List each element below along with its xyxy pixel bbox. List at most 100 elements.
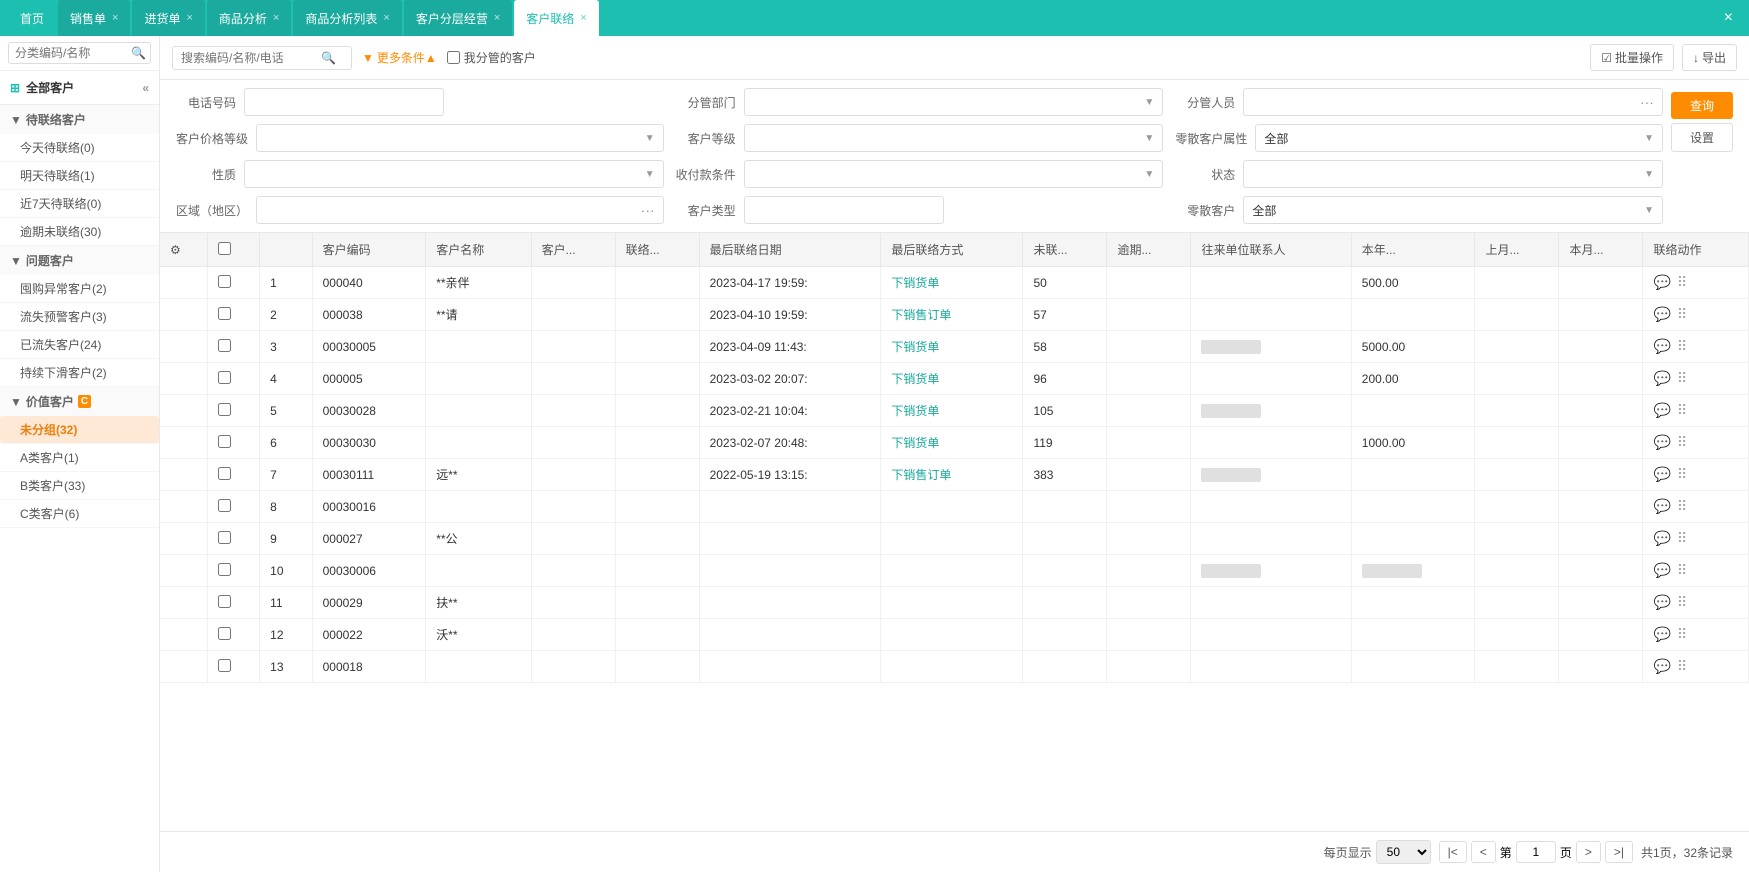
th-last-contact-way[interactable]: 最后联络方式: [881, 233, 1023, 267]
filter-customer-type-input[interactable]: [744, 196, 944, 224]
nav-tab-product-analysis-close[interactable]: ×: [273, 12, 279, 24]
row-checkbox[interactable]: [218, 659, 231, 672]
prev-page-button[interactable]: <: [1471, 841, 1496, 863]
contact-way-link[interactable]: 下销货单: [891, 404, 939, 418]
th-contact[interactable]: 联络...: [615, 233, 699, 267]
nav-tab-sales-close[interactable]: ×: [112, 12, 118, 24]
sidebar-item-ungrouped[interactable]: 未分组(32): [0, 416, 159, 444]
contact-way-link[interactable]: 下销售订单: [891, 308, 951, 322]
sidebar-item-week-pending[interactable]: 近7天待联络(0): [0, 190, 159, 218]
more-action-icon[interactable]: ⠿: [1677, 466, 1687, 483]
sidebar-item-overdue-pending[interactable]: 逾期未联络(30): [0, 218, 159, 246]
contact-action-icon[interactable]: 💬: [1653, 338, 1670, 355]
contact-action-icon[interactable]: 💬: [1653, 434, 1670, 451]
sidebar-item-declining[interactable]: 持续下滑客户(2): [0, 359, 159, 387]
row-checkbox[interactable]: [218, 403, 231, 416]
filter-payment-select[interactable]: ▼: [744, 160, 1164, 188]
more-action-icon[interactable]: ⠿: [1677, 274, 1687, 291]
filter-nature-select[interactable]: ▼: [244, 160, 664, 188]
nav-tab-customer-contact[interactable]: 客户联络 ×: [514, 0, 598, 36]
sidebar-section-problem[interactable]: ▼ 问题客户: [0, 246, 159, 275]
th-name[interactable]: 客户名称: [426, 233, 531, 267]
nav-tab-sales[interactable]: 销售单 ×: [58, 0, 130, 36]
more-action-icon[interactable]: ⠿: [1677, 402, 1687, 419]
nav-tab-customer-segment-close[interactable]: ×: [494, 12, 500, 24]
filter-phone-input[interactable]: [244, 88, 444, 116]
more-action-icon[interactable]: ⠿: [1677, 498, 1687, 515]
td-last-contact-way[interactable]: 下销售订单: [881, 459, 1023, 491]
td-checkbox[interactable]: [208, 363, 260, 395]
sidebar-section-value[interactable]: ▼ 价值客户 C: [0, 387, 159, 416]
page-size-select[interactable]: 50 100 200: [1376, 840, 1431, 864]
nav-tab-product-list[interactable]: 商品分析列表 ×: [293, 0, 401, 36]
td-checkbox[interactable]: [208, 523, 260, 555]
contact-action-icon[interactable]: 💬: [1653, 530, 1670, 547]
sidebar-item-class-a[interactable]: A类客户(1): [0, 444, 159, 472]
first-page-button[interactable]: |<: [1439, 841, 1467, 863]
td-last-contact-way[interactable]: [881, 523, 1023, 555]
th-this-month[interactable]: 本月...: [1559, 233, 1643, 267]
more-action-icon[interactable]: ⠿: [1677, 338, 1687, 355]
contact-action-icon[interactable]: 💬: [1653, 370, 1670, 387]
nav-tab-purchase-close[interactable]: ×: [186, 12, 192, 24]
contact-way-link[interactable]: 下销货单: [891, 276, 939, 290]
row-checkbox[interactable]: [218, 275, 231, 288]
td-checkbox[interactable]: [208, 651, 260, 683]
contact-way-link[interactable]: 下销货单: [891, 340, 939, 354]
sidebar-item-abnormal[interactable]: 囤购异常客户(2): [0, 275, 159, 303]
td-last-contact-way[interactable]: [881, 587, 1023, 619]
nav-tab-customer-contact-close[interactable]: ×: [580, 12, 586, 24]
td-last-contact-way[interactable]: 下销货单: [881, 267, 1023, 299]
search-input[interactable]: [181, 51, 321, 65]
filter-status-select[interactable]: ▼: [1243, 160, 1663, 188]
row-checkbox[interactable]: [218, 563, 231, 576]
td-checkbox[interactable]: [208, 555, 260, 587]
nav-tab-product-list-close[interactable]: ×: [383, 12, 389, 24]
more-action-icon[interactable]: ⠿: [1677, 370, 1687, 387]
sidebar-item-today-pending[interactable]: 今天待联络(0): [0, 134, 159, 162]
filter-customer-attr-select[interactable]: 全部 ▼: [1255, 124, 1663, 152]
td-last-contact-way[interactable]: 下销售订单: [881, 299, 1023, 331]
contact-way-link[interactable]: 下销货单: [891, 372, 939, 386]
nav-close-all-button[interactable]: ×: [1716, 9, 1741, 27]
th-this-year[interactable]: 本年...: [1351, 233, 1475, 267]
th-no-contact[interactable]: 未联...: [1023, 233, 1107, 267]
sidebar-search-input[interactable]: [8, 42, 151, 64]
contact-action-icon[interactable]: 💬: [1653, 402, 1670, 419]
filter-price-level-select[interactable]: ▼: [256, 124, 664, 152]
th-settings[interactable]: ⚙: [160, 233, 208, 267]
reset-button[interactable]: 设置: [1671, 123, 1733, 152]
more-action-icon[interactable]: ⠿: [1677, 658, 1687, 675]
th-code[interactable]: 客户编码: [312, 233, 426, 267]
more-action-icon[interactable]: ⠿: [1677, 594, 1687, 611]
filter-customer-level-select[interactable]: ▼: [744, 124, 1164, 152]
td-checkbox[interactable]: [208, 427, 260, 459]
contact-action-icon[interactable]: 💬: [1653, 466, 1670, 483]
td-last-contact-way[interactable]: 下销货单: [881, 427, 1023, 459]
td-checkbox[interactable]: [208, 331, 260, 363]
query-button[interactable]: 查询: [1671, 92, 1733, 119]
row-checkbox[interactable]: [218, 435, 231, 448]
th-checkbox[interactable]: [208, 233, 260, 267]
filter-retail-customer-select[interactable]: 全部 ▼: [1243, 196, 1663, 224]
td-checkbox[interactable]: [208, 619, 260, 651]
th-last-contact-date[interactable]: 最后联络日期: [699, 233, 881, 267]
row-checkbox[interactable]: [218, 371, 231, 384]
td-checkbox[interactable]: [208, 267, 260, 299]
export-button[interactable]: ↓ 导出: [1682, 44, 1737, 71]
td-checkbox[interactable]: [208, 299, 260, 331]
td-checkbox[interactable]: [208, 459, 260, 491]
contact-action-icon[interactable]: 💬: [1653, 594, 1670, 611]
sidebar-item-lost[interactable]: 已流失客户(24): [0, 331, 159, 359]
contact-way-link[interactable]: 下销售订单: [891, 468, 951, 482]
more-action-icon[interactable]: ⠿: [1677, 562, 1687, 579]
th-overdue[interactable]: 逾期...: [1107, 233, 1191, 267]
sidebar-item-tomorrow-pending[interactable]: 明天待联络(1): [0, 162, 159, 190]
contact-action-icon[interactable]: 💬: [1653, 562, 1670, 579]
more-action-icon[interactable]: ⠿: [1677, 626, 1687, 643]
row-checkbox[interactable]: [218, 531, 231, 544]
row-checkbox[interactable]: [218, 499, 231, 512]
nav-tab-product-analysis[interactable]: 商品分析 ×: [207, 0, 291, 36]
nav-tab-customer-segment[interactable]: 客户分层经营 ×: [404, 0, 512, 36]
page-input[interactable]: [1516, 841, 1556, 863]
